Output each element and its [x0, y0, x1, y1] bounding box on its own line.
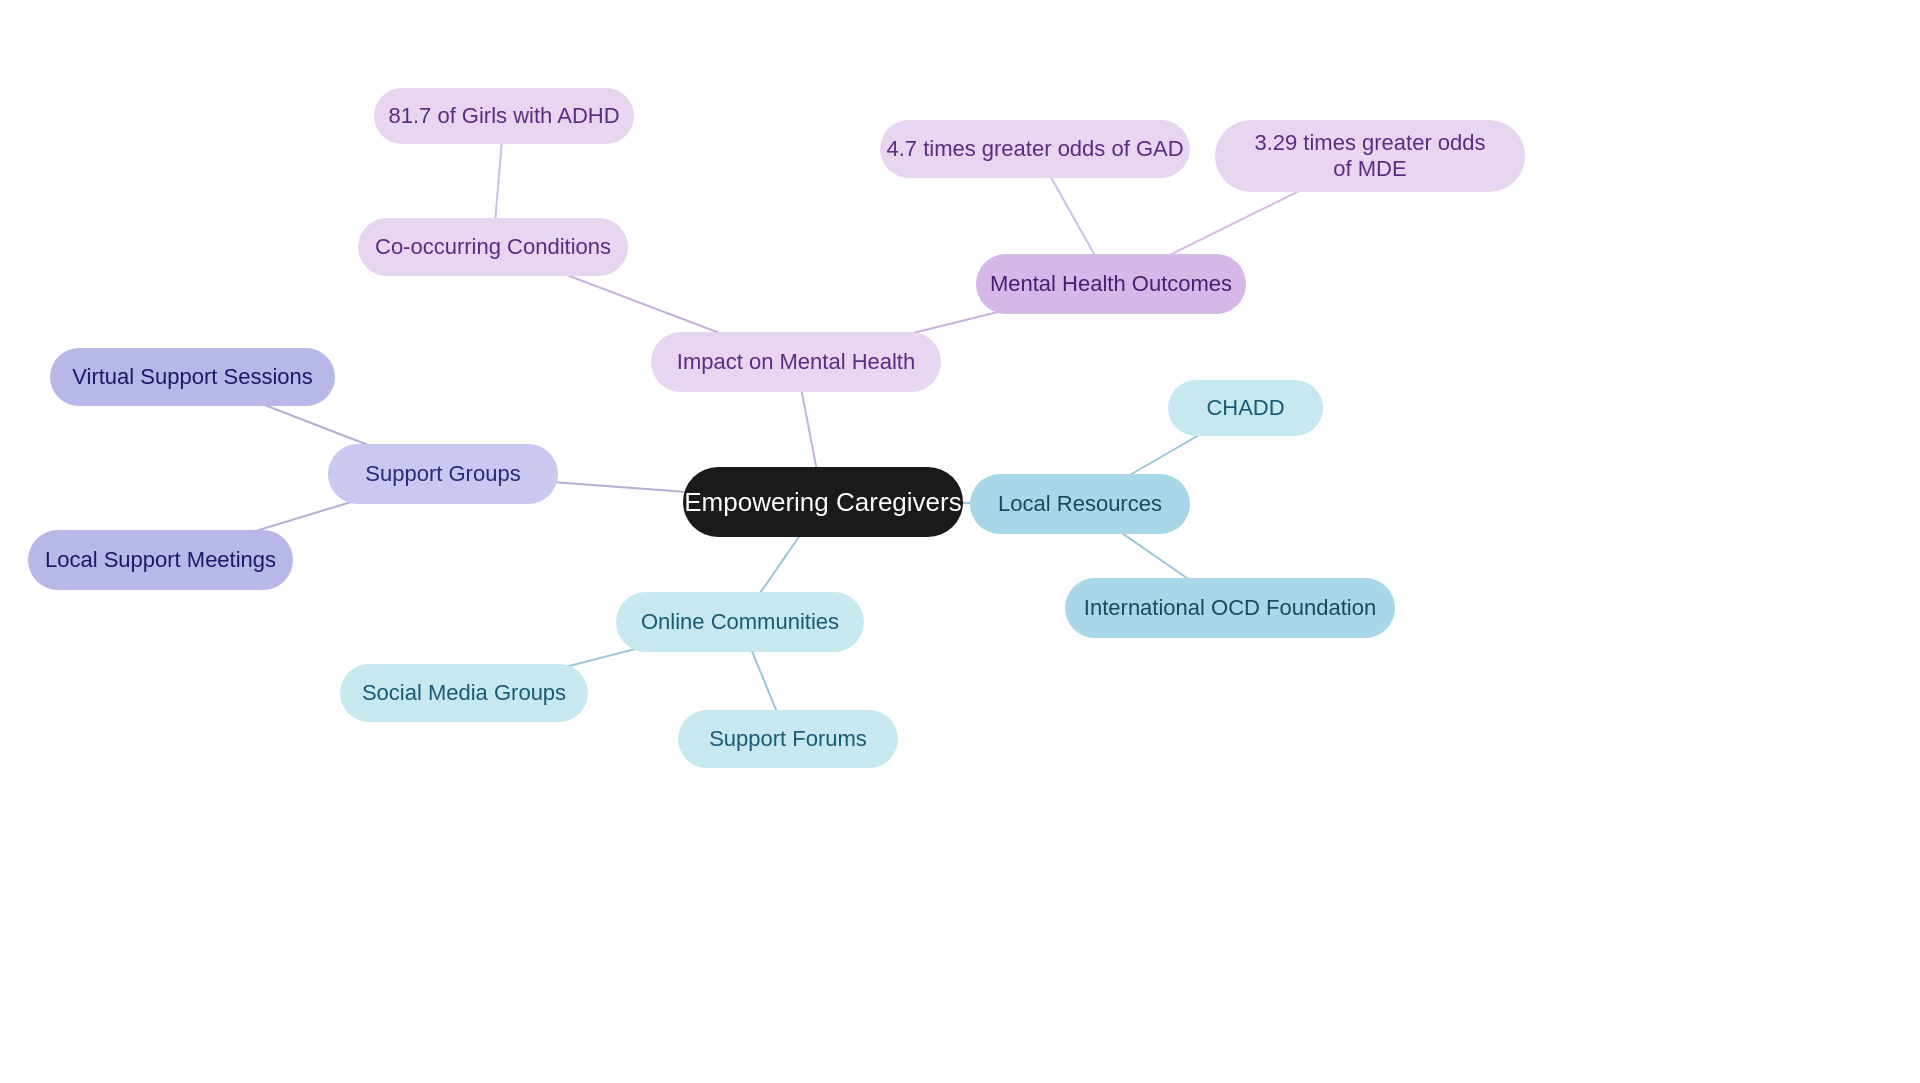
social-media-groups-node: Social Media Groups [340, 664, 588, 722]
local-resources-node: Local Resources [970, 474, 1190, 534]
girls-adhd-node: 81.7 of Girls with ADHD [374, 88, 634, 144]
co-occurring-node: Co-occurring Conditions [358, 218, 628, 276]
center-node: Empowering Caregivers [683, 467, 963, 537]
support-groups-node: Support Groups [328, 444, 558, 504]
impact-mental-health-node: Impact on Mental Health [651, 332, 941, 392]
virtual-sessions-node: Virtual Support Sessions [50, 348, 335, 406]
chadd-node: CHADD [1168, 380, 1323, 436]
mental-health-outcomes-node: Mental Health Outcomes [976, 254, 1246, 314]
support-forums-node: Support Forums [678, 710, 898, 768]
gad-node: 4.7 times greater odds of GAD [880, 120, 1190, 178]
intl-ocd-node: International OCD Foundation [1065, 578, 1395, 638]
mde-node: 3.29 times greater odds of MDE [1215, 120, 1525, 192]
online-communities-node: Online Communities [616, 592, 864, 652]
local-meetings-node: Local Support Meetings [28, 530, 293, 590]
